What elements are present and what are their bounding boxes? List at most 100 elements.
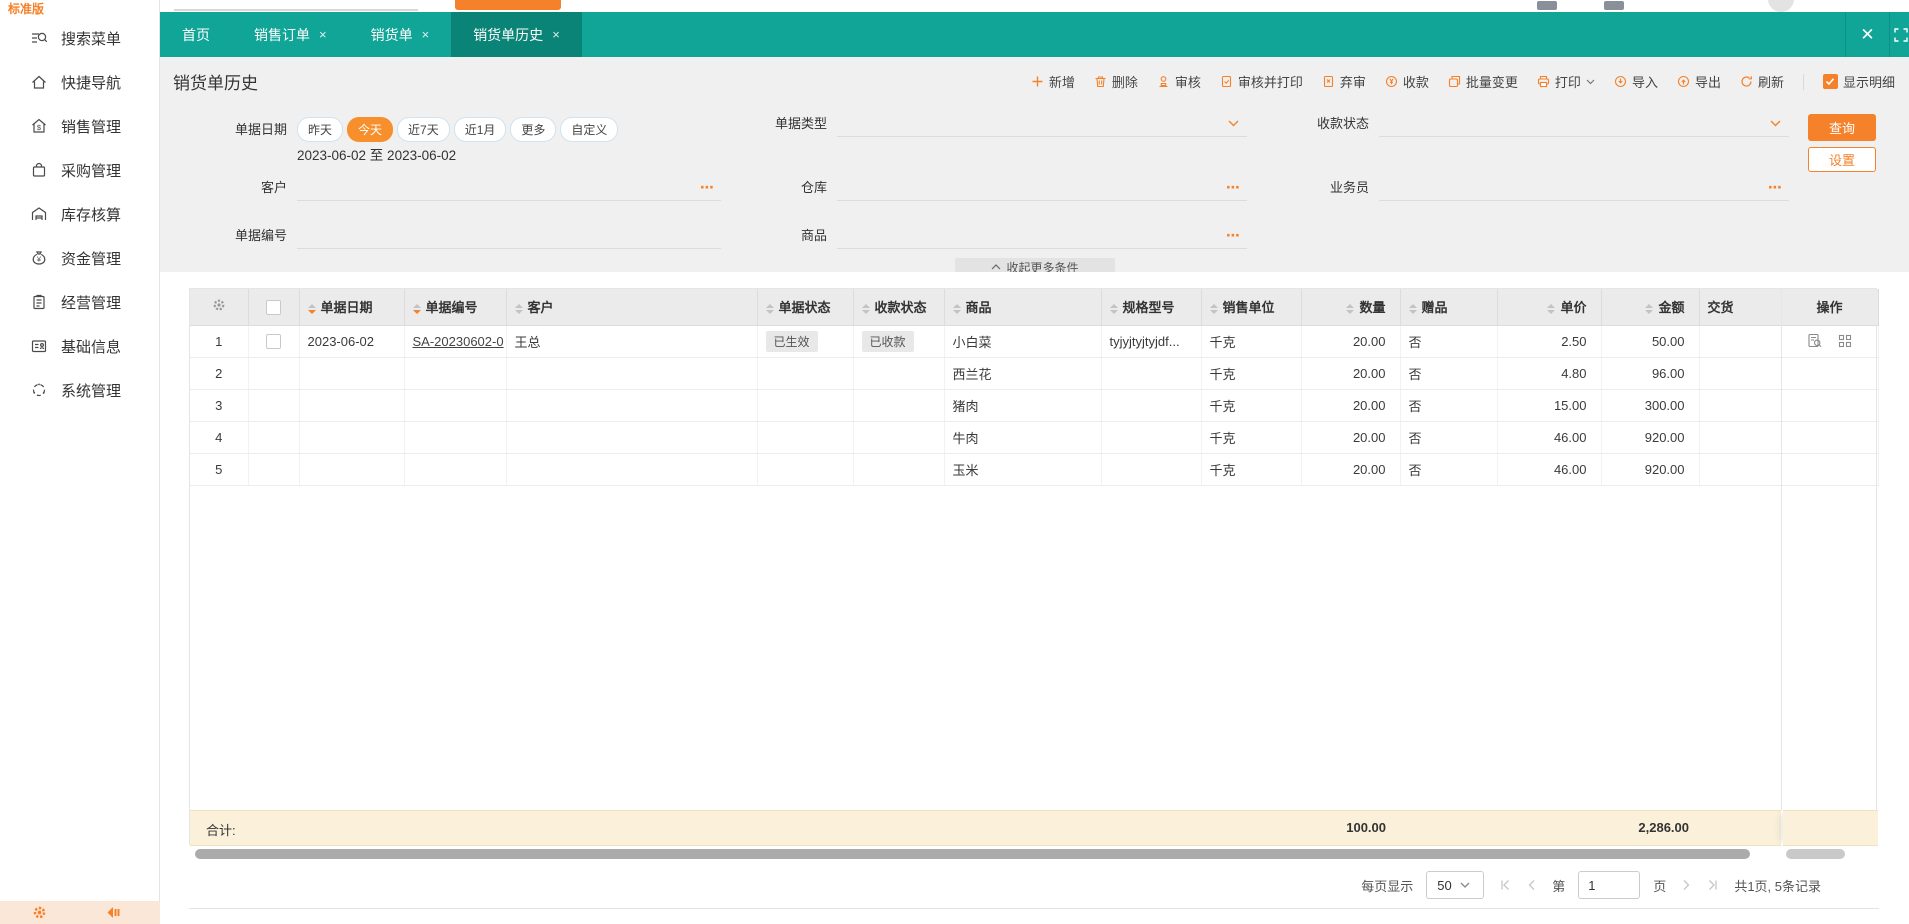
doc-no-input[interactable] xyxy=(297,223,721,249)
fullscreen-icon[interactable] xyxy=(1890,12,1909,57)
audit-print-button[interactable]: 审核并打印 xyxy=(1220,72,1303,91)
picker-ellipsis-icon[interactable]: ⋯ xyxy=(1768,179,1783,196)
sort-icon[interactable] xyxy=(307,303,316,314)
sort-icon[interactable] xyxy=(1547,303,1556,314)
close-tab-icon[interactable]: × xyxy=(422,27,430,42)
horizontal-scrollbar[interactable] xyxy=(195,849,1750,859)
customer-input[interactable]: ⋯ xyxy=(297,175,721,201)
picker-ellipsis-icon[interactable]: ⋯ xyxy=(1226,227,1241,244)
sort-icon[interactable] xyxy=(1346,303,1355,314)
export-button[interactable]: 导出 xyxy=(1677,72,1721,91)
sort-icon[interactable] xyxy=(1209,303,1218,314)
table-row[interactable]: 1 2023-06-02 SA-20230602-0 王总 已生效 已收款 小白… xyxy=(190,325,1879,358)
refresh-button[interactable]: 刷新 xyxy=(1740,72,1784,91)
column-gift[interactable]: 赠品 xyxy=(1400,289,1498,326)
header-icon[interactable] xyxy=(1537,1,1557,10)
column-qty[interactable]: 数量 xyxy=(1301,289,1401,326)
sort-icon[interactable] xyxy=(412,303,421,314)
row-checkbox[interactable] xyxy=(248,325,300,358)
preset-custom[interactable]: 自定义 xyxy=(560,117,619,142)
settings-button[interactable]: 设置 xyxy=(1808,147,1876,172)
sort-icon[interactable] xyxy=(514,303,523,314)
column-settings[interactable] xyxy=(190,289,249,326)
sidebar-item-sales[interactable]: $ 销售管理 xyxy=(0,104,160,148)
sidebar-item-funds[interactable]: ¥ 资金管理 xyxy=(0,236,160,280)
sort-icon[interactable] xyxy=(861,303,870,314)
preset-last1month[interactable]: 近1月 xyxy=(453,117,507,142)
delete-button[interactable]: 删除 xyxy=(1094,72,1138,91)
next-page-icon[interactable] xyxy=(1682,879,1691,891)
sort-icon[interactable] xyxy=(1109,303,1118,314)
search-button[interactable]: 查询 xyxy=(1808,114,1876,141)
sidebar-item-basic-info[interactable]: 基础信息 xyxy=(0,324,160,368)
close-all-tabs-icon[interactable]: ✕ xyxy=(1846,12,1889,57)
sidebar-item-system[interactable]: 系统管理 xyxy=(0,368,160,412)
sort-icon[interactable] xyxy=(1645,303,1654,314)
per-page-select[interactable]: 50 xyxy=(1426,871,1485,899)
add-button[interactable]: 新增 xyxy=(1031,72,1075,91)
column-price[interactable]: 单价 xyxy=(1497,289,1602,326)
picker-ellipsis-icon[interactable]: ⋯ xyxy=(1226,179,1241,196)
last-page-icon[interactable] xyxy=(1706,879,1718,891)
settings-gear-icon[interactable] xyxy=(32,905,47,920)
chevron-down-icon[interactable] xyxy=(1228,120,1239,127)
close-tab-icon[interactable]: × xyxy=(552,27,560,42)
table-row[interactable]: 4 牛肉 千克 20.00 否 46.00 920.00 xyxy=(190,421,1879,454)
checkbox-icon[interactable] xyxy=(266,334,281,350)
column-doc-no[interactable]: 单据编号 xyxy=(404,289,507,326)
print-button[interactable]: 打印 xyxy=(1537,72,1595,91)
table-row[interactable]: 3 猪肉 千克 20.00 否 15.00 300.00 xyxy=(190,389,1879,422)
sidebar-item-search-menu[interactable]: 搜索菜单 xyxy=(0,16,160,60)
more-grid-icon[interactable] xyxy=(1838,334,1852,348)
close-tab-icon[interactable]: × xyxy=(319,27,327,42)
sidebar-item-operations[interactable]: 经营管理 xyxy=(0,280,160,324)
doc-type-input[interactable] xyxy=(837,111,1247,137)
batch-change-button[interactable]: 批量变更 xyxy=(1448,72,1518,91)
column-product[interactable]: 商品 xyxy=(944,289,1102,326)
import-button[interactable]: 导入 xyxy=(1614,72,1658,91)
discard-audit-button[interactable]: 弃审 xyxy=(1322,72,1366,91)
column-spec[interactable]: 规格型号 xyxy=(1101,289,1202,326)
product-input[interactable]: ⋯ xyxy=(837,223,1247,249)
preset-today[interactable]: 今天 xyxy=(347,117,394,142)
column-delivery[interactable]: 交货 xyxy=(1699,289,1782,326)
table-row[interactable]: 5 玉米 千克 20.00 否 46.00 920.00 xyxy=(190,453,1879,486)
preset-yesterday[interactable]: 昨天 xyxy=(297,117,344,142)
receive-payment-button[interactable]: 收款 xyxy=(1385,72,1429,91)
sidebar-item-quick-nav[interactable]: 快捷导航 xyxy=(0,60,160,104)
view-detail-icon[interactable] xyxy=(1807,333,1823,349)
audit-button[interactable]: 审核 xyxy=(1157,72,1201,91)
header-icon[interactable] xyxy=(1604,1,1624,10)
sidebar-item-purchase[interactable]: 采购管理 xyxy=(0,148,160,192)
salesman-input[interactable]: ⋯ xyxy=(1379,175,1789,201)
show-detail-toggle[interactable]: 显示明细 xyxy=(1822,72,1895,91)
tab-sales-delivery-history[interactable]: 销货单历史 × xyxy=(451,12,582,57)
tab-sales-delivery[interactable]: 销货单 × xyxy=(349,12,452,57)
date-range-value[interactable]: 2023-06-02 至 2023-06-02 xyxy=(297,144,456,164)
sort-icon[interactable] xyxy=(1408,303,1417,314)
table-row[interactable]: 2 西兰花 千克 20.00 否 4.80 96.00 xyxy=(190,357,1879,390)
collapse-sidebar-icon[interactable] xyxy=(105,906,120,919)
header-orange-button[interactable] xyxy=(455,0,561,10)
column-customer[interactable]: 客户 xyxy=(506,289,758,326)
sort-icon[interactable] xyxy=(765,303,774,314)
avatar[interactable] xyxy=(1768,0,1794,12)
tab-home[interactable]: 首页 xyxy=(160,12,232,57)
page-number-input[interactable] xyxy=(1578,871,1641,899)
chevron-down-icon[interactable] xyxy=(1770,120,1781,127)
select-all-checkbox[interactable] xyxy=(248,289,300,326)
receipt-status-input[interactable] xyxy=(1379,111,1789,137)
picker-ellipsis-icon[interactable]: ⋯ xyxy=(700,179,715,196)
doc-link[interactable]: SA-20230602-0 xyxy=(413,334,504,349)
sort-icon[interactable] xyxy=(952,303,961,314)
checkbox-icon[interactable] xyxy=(266,299,281,315)
horizontal-scrollbar-end[interactable] xyxy=(1786,849,1845,859)
column-doc-date[interactable]: 单据日期 xyxy=(299,289,405,326)
tab-sales-order[interactable]: 销售订单 × xyxy=(232,12,349,57)
preset-last7days[interactable]: 近7天 xyxy=(397,117,450,142)
preset-more[interactable]: 更多 xyxy=(510,117,557,142)
column-unit[interactable]: 销售单位 xyxy=(1201,289,1302,326)
prev-page-icon[interactable] xyxy=(1527,879,1536,891)
warehouse-input[interactable]: ⋯ xyxy=(837,175,1247,201)
first-page-icon[interactable] xyxy=(1500,879,1512,891)
